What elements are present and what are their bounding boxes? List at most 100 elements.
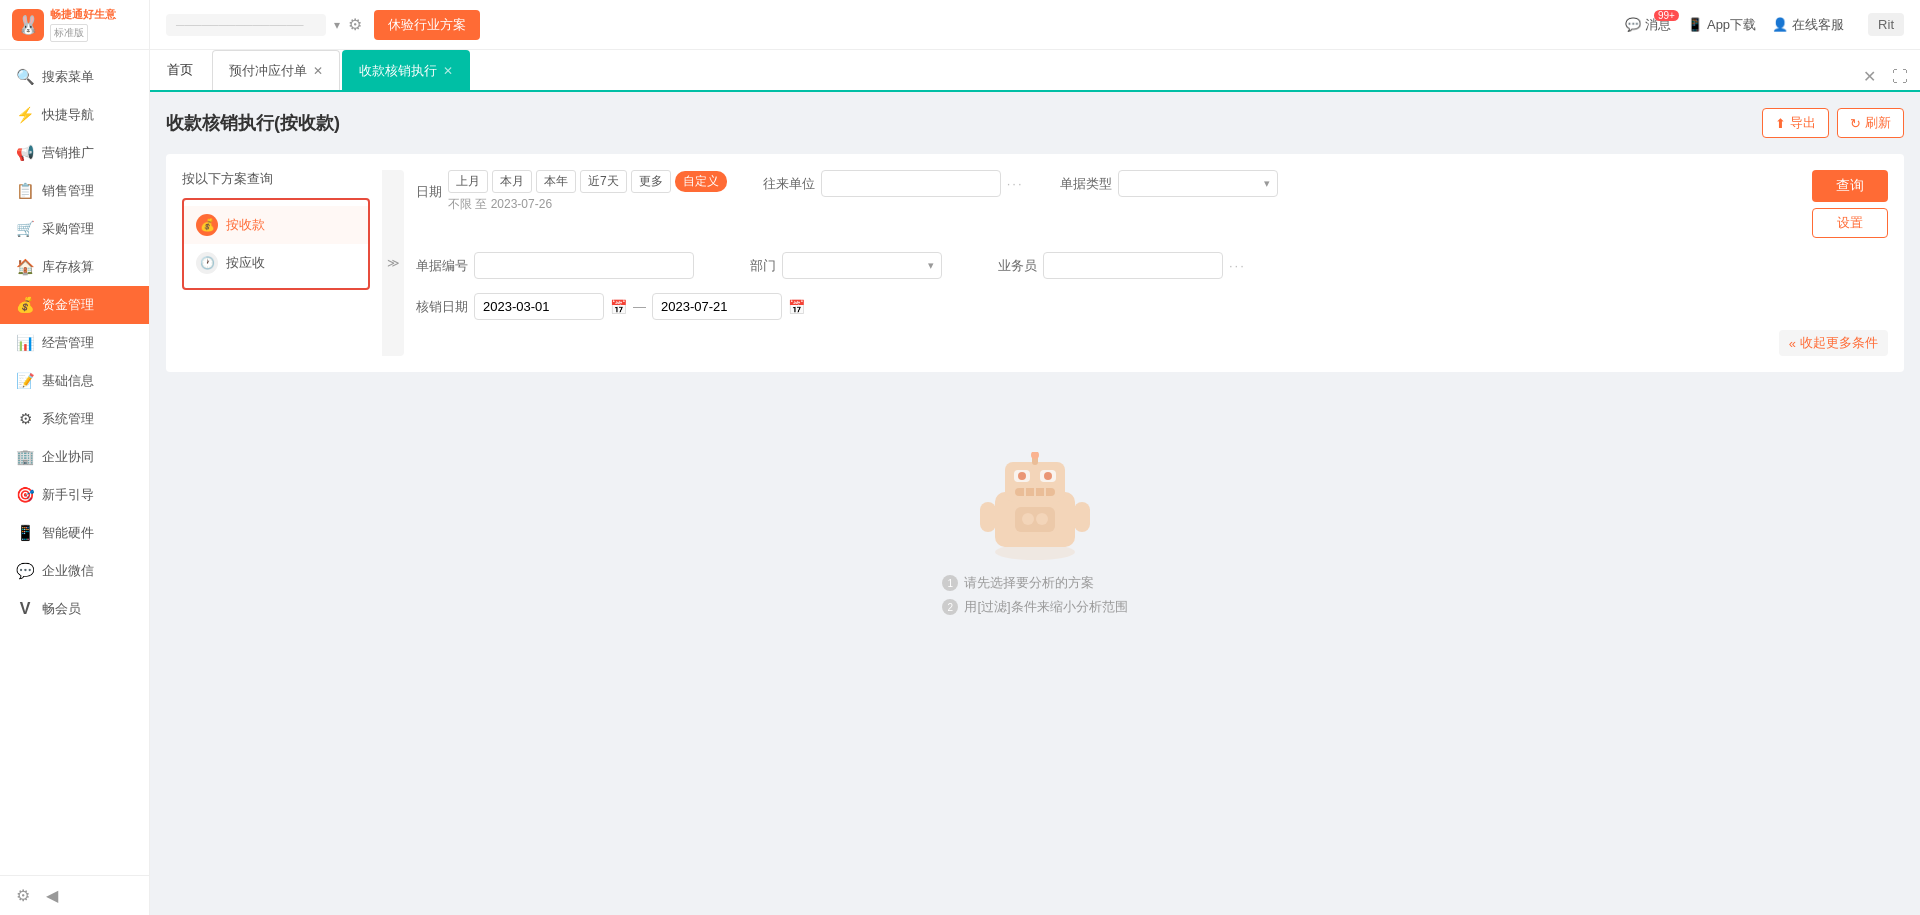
sidebar-item-inventory[interactable]: 🏠 库存核算 (0, 248, 149, 286)
collapse-sidebar-icon[interactable]: ◀ (46, 886, 58, 905)
tab-prepay-conflict[interactable]: 预付冲应付单 ✕ (212, 50, 340, 90)
logo-text: 畅捷通好生意 标准版 (50, 7, 116, 42)
tabbar-actions: ✕ ⛶ (1851, 63, 1920, 90)
sidebar-item-purchase[interactable]: 🛒 采购管理 (0, 210, 149, 248)
writeoff-date-end-input[interactable] (652, 293, 782, 320)
topbar-dropdown-icon[interactable]: ▾ (334, 18, 340, 32)
sales-icon: 📋 (16, 182, 34, 200)
collapse-more-btn[interactable]: « 收起更多条件 (1779, 330, 1888, 356)
inventory-icon: 🏠 (16, 258, 34, 276)
filter-fields: 日期 上月 本月 本年 近7天 更多 自定义 不限 至 (416, 170, 1888, 356)
logo-icon: 🐰 (12, 9, 44, 41)
date-btn-more[interactable]: 更多 (631, 170, 671, 193)
sidebar-item-operation[interactable]: 📊 经营管理 (0, 324, 149, 362)
tab-close-all-icon[interactable]: ✕ (1859, 63, 1880, 90)
quick-nav-icon: ⚡ (16, 106, 34, 124)
solution-button[interactable]: 休验行业方案 (374, 10, 480, 40)
online-service-btn[interactable]: 👤 在线客服 (1772, 16, 1844, 34)
topbar-right: 💬 消息 99+ 📱 App下载 👤 在线客服 Rit (1625, 13, 1904, 36)
partner-label: 往来单位 (763, 175, 815, 193)
tab-close-receipt[interactable]: ✕ (443, 64, 453, 78)
receipt-option-label: 按收款 (226, 216, 265, 234)
operation-icon: 📊 (16, 334, 34, 352)
hint-1-icon: 1 (942, 575, 958, 591)
writeoff-date-label: 核销日期 (416, 298, 468, 316)
doc-type-select[interactable] (1118, 170, 1278, 197)
writeoff-date-start-calendar-icon[interactable]: 📅 (610, 299, 627, 315)
salesperson-input[interactable] (1043, 252, 1223, 279)
sidebar-item-member[interactable]: V 畅会员 (0, 590, 149, 628)
salesperson-label: 业务员 (998, 257, 1037, 275)
settings-button[interactable]: 设置 (1812, 208, 1888, 238)
page-container: 收款核销执行(按收款) ⬆ 导出 ↻ 刷新 按以下方案查询 (150, 92, 1920, 712)
tab-home[interactable]: 首页 (150, 50, 210, 90)
tab-receipt-writeoff[interactable]: 收款核销执行 ✕ (342, 50, 470, 90)
partner-input[interactable] (821, 170, 1001, 197)
filter-option-receipt[interactable]: 💰 按收款 (184, 206, 368, 244)
settings-bottom-icon[interactable]: ⚙ (16, 886, 30, 905)
sidebar-item-hardware[interactable]: 📱 智能硬件 (0, 514, 149, 552)
svg-rect-13 (1015, 507, 1055, 532)
date-btn-last-month[interactable]: 上月 (448, 170, 488, 193)
date-label: 日期 (416, 183, 442, 201)
doc-no-filter-group: 单据编号 (416, 252, 694, 279)
date-controls: 上月 本月 本年 近7天 更多 自定义 不限 至 2023-07-26 (448, 170, 727, 213)
receipt-option-icon: 💰 (196, 214, 218, 236)
receivable-option-icon: 🕐 (196, 252, 218, 274)
sidebar-item-sales[interactable]: 📋 销售管理 (0, 172, 149, 210)
dept-label: 部门 (750, 257, 776, 275)
sidebar-item-finance[interactable]: 💰 资金管理 (0, 286, 149, 324)
message-btn[interactable]: 💬 消息 99+ (1625, 16, 1671, 34)
date-btn-this-year[interactable]: 本年 (536, 170, 576, 193)
writeoff-date-start-input[interactable] (474, 293, 604, 320)
topbar-search-placeholder: ─────────────── (176, 18, 304, 32)
sidebar-item-guide[interactable]: 🎯 新手引导 (0, 476, 149, 514)
export-icon: ⬆ (1775, 116, 1786, 131)
date-range-separator: — (633, 299, 646, 314)
tab-close-prepay[interactable]: ✕ (313, 64, 323, 78)
tab-expand-icon[interactable]: ⛶ (1888, 64, 1912, 90)
filter-scheme-panel: 按以下方案查询 💰 按收款 🕐 按应收 (182, 170, 382, 356)
system-icon: ⚙ (16, 410, 34, 428)
sidebar-item-base-info[interactable]: 📝 基础信息 (0, 362, 149, 400)
dept-select-wrapper: ▾ (782, 252, 942, 279)
dept-select[interactable] (782, 252, 942, 279)
sidebar-item-quick-nav[interactable]: ⚡ 快捷导航 (0, 96, 149, 134)
topbar-gear-icon[interactable]: ⚙ (348, 15, 362, 34)
refresh-icon: ↻ (1850, 116, 1861, 131)
page-title: 收款核销执行(按收款) (166, 111, 340, 135)
date-btn-this-month[interactable]: 本月 (492, 170, 532, 193)
doc-no-input[interactable] (474, 252, 694, 279)
sidebar-item-wechat[interactable]: 💬 企业微信 (0, 552, 149, 590)
refresh-button[interactable]: ↻ 刷新 (1837, 108, 1904, 138)
writeoff-date-end-calendar-icon[interactable]: 📅 (788, 299, 805, 315)
purchase-icon: 🛒 (16, 220, 34, 238)
sidebar-item-system[interactable]: ⚙ 系统管理 (0, 400, 149, 438)
date-btn-7days[interactable]: 近7天 (580, 170, 627, 193)
service-icon: 👤 (1772, 17, 1788, 32)
filter-panel: 按以下方案查询 💰 按收款 🕐 按应收 ≫ (166, 154, 1904, 372)
svg-point-8 (1044, 472, 1052, 480)
wechat-icon: 💬 (16, 562, 34, 580)
hint-2-icon: 2 (942, 599, 958, 615)
salesperson-more-icon[interactable]: ··· (1229, 258, 1246, 273)
topbar-search-area: ─────────────── ▾ ⚙ (166, 14, 362, 36)
sidebar-item-enterprise[interactable]: 🏢 企业协同 (0, 438, 149, 476)
filter-collapse-btn[interactable]: ≫ (382, 170, 404, 356)
hardware-icon: 📱 (16, 524, 34, 542)
sidebar-item-search-menu[interactable]: 🔍 搜索菜单 (0, 58, 149, 96)
filter-option-receivable[interactable]: 🕐 按应收 (184, 244, 368, 282)
partner-filter-group: 往来单位 ··· (763, 170, 1024, 197)
topbar-search-box[interactable]: ─────────────── (166, 14, 326, 36)
hint-1-text: 请先选择要分析的方案 (964, 574, 1094, 592)
sidebar-item-marketing[interactable]: 📢 营销推广 (0, 134, 149, 172)
partner-more-icon[interactable]: ··· (1007, 176, 1024, 191)
app-download-btn[interactable]: 📱 App下载 (1687, 16, 1756, 34)
user-name[interactable]: Rit (1868, 13, 1904, 36)
export-button[interactable]: ⬆ 导出 (1762, 108, 1829, 138)
filter-action-buttons: 查询 设置 (1812, 170, 1888, 238)
main-area: ─────────────── ▾ ⚙ 休验行业方案 💬 消息 99+ 📱 Ap… (150, 0, 1920, 915)
query-button[interactable]: 查询 (1812, 170, 1888, 202)
filter-row-1: 日期 上月 本月 本年 近7天 更多 自定义 不限 至 (416, 170, 1888, 238)
date-btn-custom[interactable]: 自定义 (675, 171, 727, 192)
